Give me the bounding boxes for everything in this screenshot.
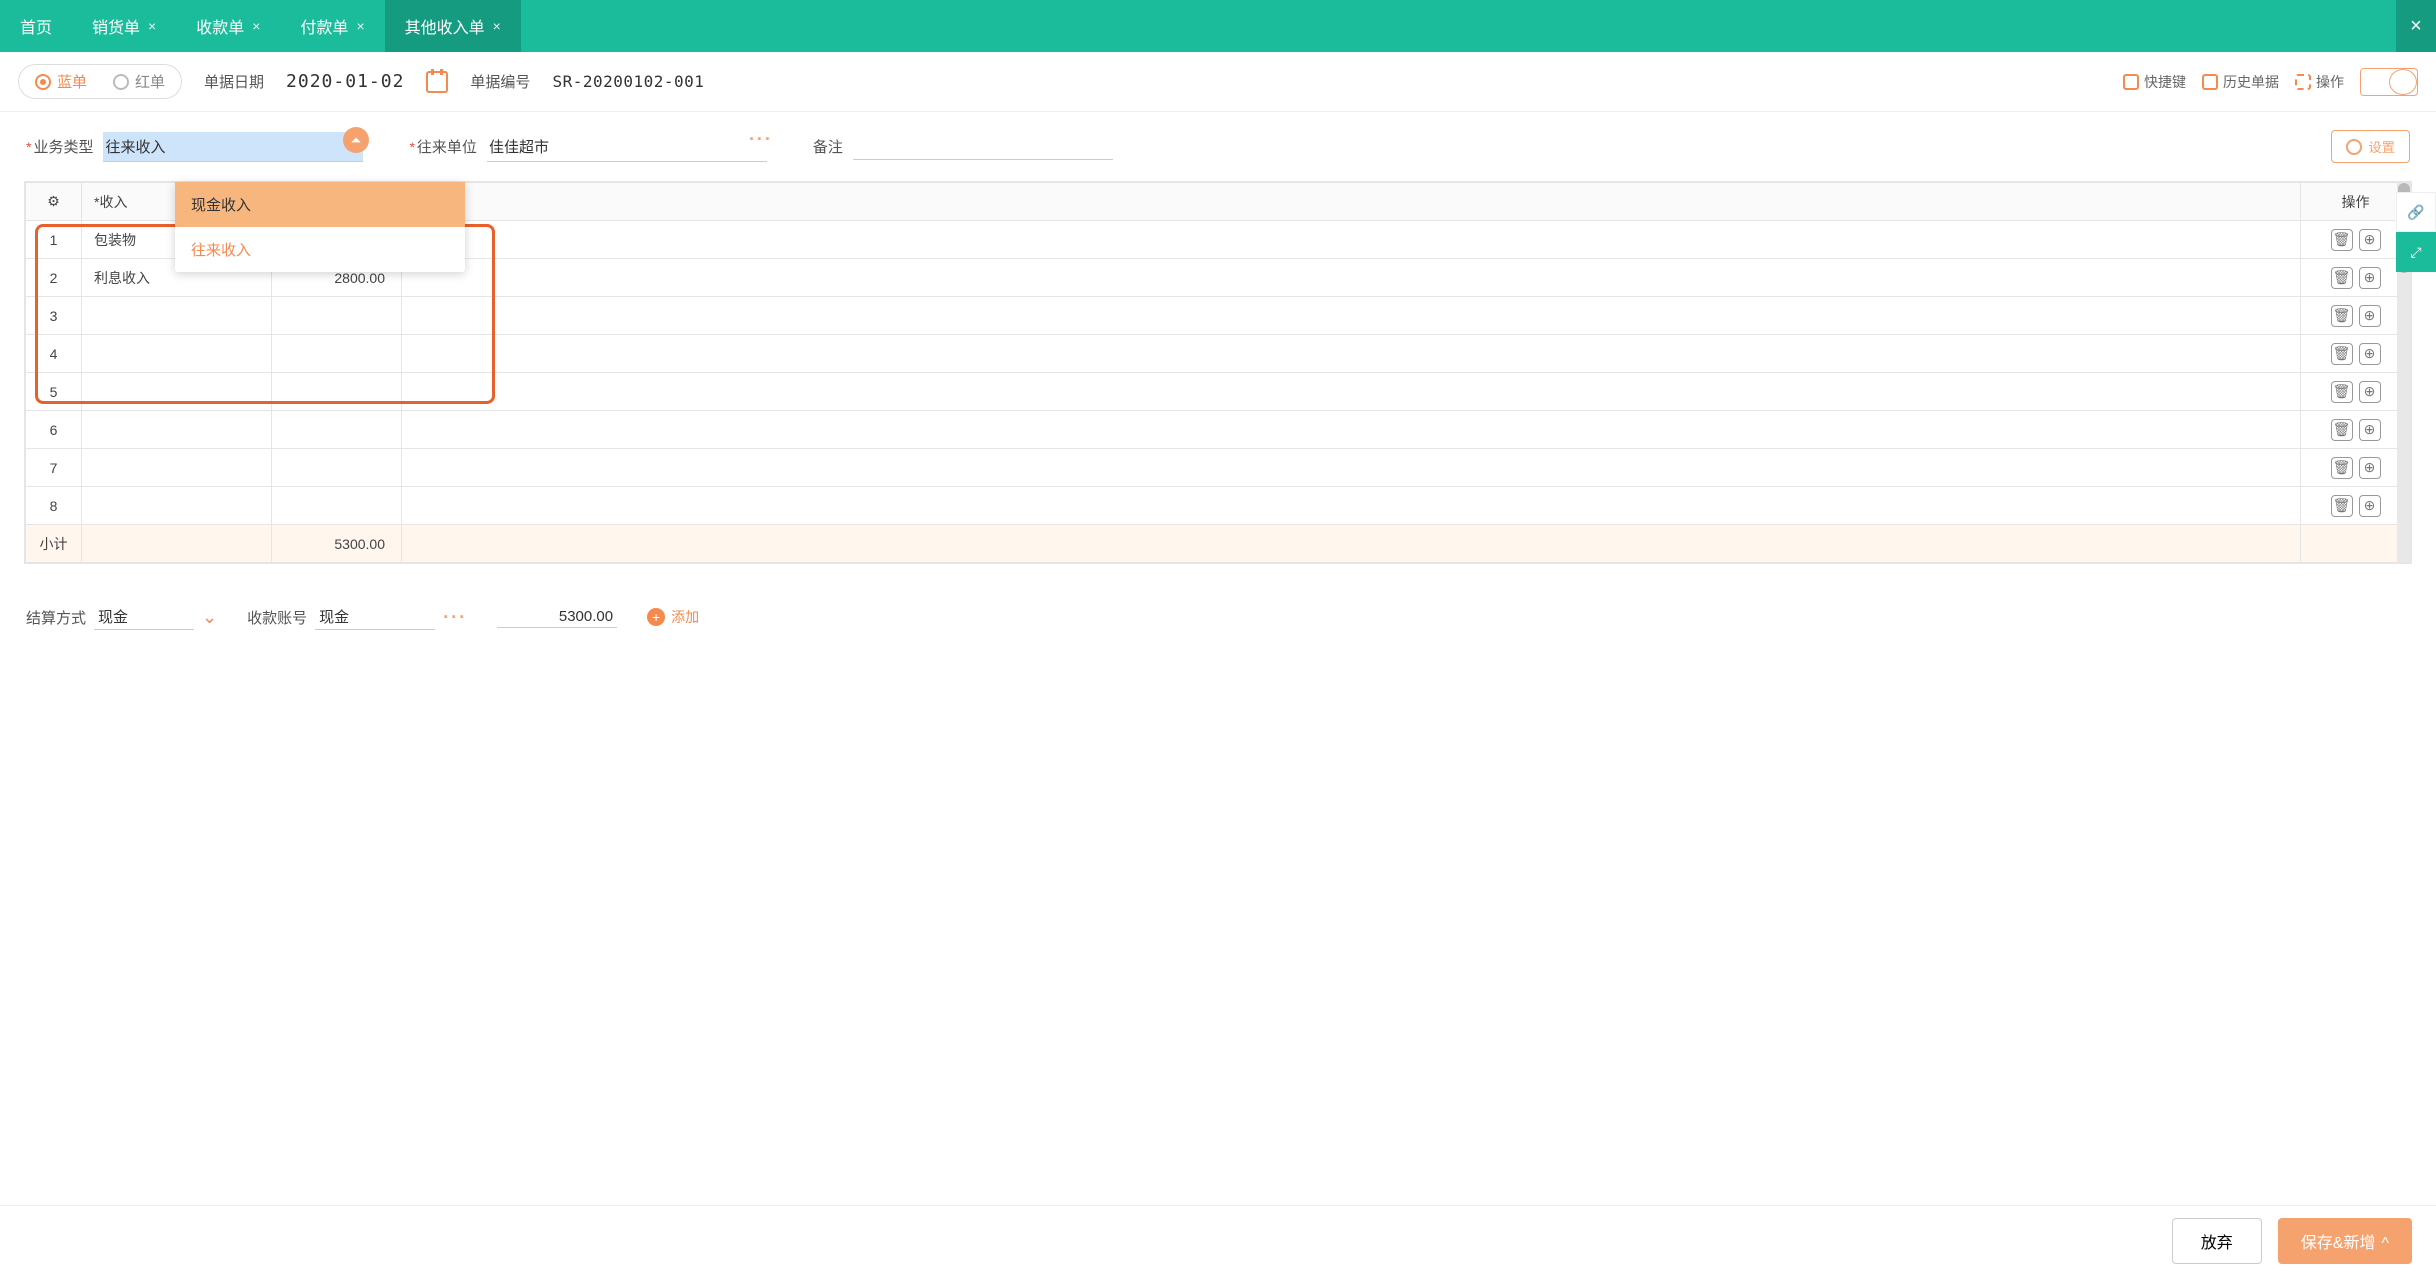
table-row[interactable]: 4 🗑⊕ — [26, 335, 2411, 373]
right-rail: 🔗 ⤢ — [2396, 192, 2436, 272]
keyboard-icon — [2123, 74, 2139, 90]
ellipsis-icon[interactable]: ··· — [443, 607, 467, 628]
doc-no-label: 单据编号 — [470, 71, 530, 92]
tab-other-income[interactable]: 其他收入单× — [385, 0, 521, 52]
footer: 放弃 保存&新增^ — [0, 1205, 2436, 1276]
tab-home[interactable]: 首页 — [0, 0, 72, 52]
close-icon[interactable]: × — [148, 18, 156, 34]
remark-label: 备注 — [813, 136, 843, 157]
plus-icon: + — [647, 608, 665, 626]
delete-icon[interactable]: 🗑 — [2331, 305, 2353, 327]
ellipsis-icon[interactable]: ··· — [749, 129, 773, 150]
method-label: 结算方式 — [26, 607, 86, 628]
blue-option[interactable]: 蓝单 — [25, 69, 97, 94]
history-button[interactable]: 历史单据 — [2202, 72, 2279, 92]
view-toggle[interactable] — [2360, 68, 2418, 96]
tab-sales[interactable]: 销货单× — [72, 0, 176, 52]
table-row[interactable]: 5 🗑⊕ — [26, 373, 2411, 411]
chevron-up-icon[interactable]: ^ — [2381, 1235, 2389, 1252]
biz-type-dropdown: 现金收入 往来收入 — [175, 182, 465, 272]
account-label: 收款账号 — [247, 607, 307, 628]
col-ops: 操作 — [2301, 183, 2411, 221]
tabs-bar: 首页 销货单× 收款单× 付款单× 其他收入单× × — [0, 0, 2436, 52]
subtotal-amount: 5300.00 — [272, 525, 402, 563]
link-icon[interactable]: 🔗 — [2396, 192, 2436, 232]
party-select[interactable]: 佳佳超市 — [487, 132, 767, 162]
payment-row: 结算方式 现金 ⌄ 收款账号 现金 ··· 5300.00 +添加 — [0, 564, 2436, 650]
red-option[interactable]: 红单 — [103, 69, 175, 94]
method-select[interactable]: 现金 — [94, 604, 194, 630]
expand-icon[interactable]: ⤢ — [2396, 232, 2436, 272]
chevron-up-icon[interactable] — [343, 127, 369, 153]
dropdown-option-cash[interactable]: 现金收入 — [175, 182, 465, 227]
add-row-icon[interactable]: ⊕ — [2359, 419, 2381, 441]
add-row-icon[interactable]: ⊕ — [2359, 229, 2381, 251]
toolbar: 蓝单 红单 单据日期 2020-01-02 单据编号 SR-20200102-0… — [0, 52, 2436, 112]
delete-icon[interactable]: 🗑 — [2331, 495, 2353, 517]
delete-icon[interactable]: 🗑 — [2331, 229, 2353, 251]
account-select[interactable]: 现金 — [315, 604, 435, 630]
calendar-icon[interactable] — [426, 71, 448, 93]
add-payment-button[interactable]: +添加 — [647, 607, 699, 627]
radio-icon — [113, 74, 129, 90]
discard-button[interactable]: 放弃 — [2172, 1218, 2262, 1264]
date-label: 单据日期 — [204, 71, 264, 92]
biz-type-select[interactable]: 往来收入 — [103, 132, 363, 162]
subtotal-label: 小计 — [26, 525, 82, 563]
close-icon[interactable]: × — [493, 18, 501, 34]
shortcut-button[interactable]: 快捷键 — [2123, 72, 2186, 92]
biz-type-field: *业务类型 往来收入 — [26, 132, 369, 162]
table-row[interactable]: 3 🗑⊕ — [26, 297, 2411, 335]
chevron-down-icon[interactable]: ⌄ — [202, 607, 217, 628]
delete-icon[interactable]: 🗑 — [2331, 343, 2353, 365]
delete-icon[interactable]: 🗑 — [2331, 267, 2353, 289]
view-list-icon[interactable] — [2361, 69, 2389, 95]
dropdown-option-credit[interactable]: 往来收入 — [175, 227, 465, 272]
delete-icon[interactable]: 🗑 — [2331, 457, 2353, 479]
doc-color-segment: 蓝单 红单 — [18, 64, 182, 99]
history-icon — [2202, 74, 2218, 90]
add-row-icon[interactable]: ⊕ — [2359, 457, 2381, 479]
remark-input[interactable] — [853, 134, 1113, 160]
tabs-close-all-icon[interactable]: × — [2396, 0, 2436, 52]
party-field: *往来单位 佳佳超市 ··· — [409, 132, 772, 162]
table-row[interactable]: 7 🗑⊕ — [26, 449, 2411, 487]
add-row-icon[interactable]: ⊕ — [2359, 495, 2381, 517]
party-label: 往来单位 — [417, 139, 477, 156]
close-icon[interactable]: × — [356, 18, 364, 34]
radio-icon — [35, 74, 51, 90]
ops-button[interactable]: 操作 — [2295, 72, 2344, 92]
gear-icon — [2346, 139, 2362, 155]
view-grid-icon[interactable] — [2389, 69, 2417, 95]
add-row-icon[interactable]: ⊕ — [2359, 305, 2381, 327]
settings-button[interactable]: 设置 — [2331, 130, 2410, 163]
close-icon[interactable]: × — [252, 18, 260, 34]
tab-receipt[interactable]: 收款单× — [176, 0, 280, 52]
remark-field: 备注 — [813, 134, 1113, 160]
delete-icon[interactable]: 🗑 — [2331, 419, 2353, 441]
date-value[interactable]: 2020-01-02 — [286, 71, 404, 92]
delete-icon[interactable]: 🗑 — [2331, 381, 2353, 403]
col-remark: 注 — [402, 183, 2301, 221]
table-settings-header[interactable]: ⚙ — [26, 183, 82, 221]
doc-no-value: SR-20200102-001 — [552, 72, 704, 91]
table-row[interactable]: 8 🗑⊕ — [26, 487, 2411, 525]
form-row: *业务类型 往来收入 *往来单位 佳佳超市 ··· 备注 设置 现金收入 往来收… — [0, 112, 2436, 171]
tab-payment[interactable]: 付款单× — [280, 0, 384, 52]
grid-icon — [2295, 74, 2311, 90]
add-row-icon[interactable]: ⊕ — [2359, 343, 2381, 365]
add-row-icon[interactable]: ⊕ — [2359, 381, 2381, 403]
add-row-icon[interactable]: ⊕ — [2359, 267, 2381, 289]
table-row[interactable]: 6 🗑⊕ — [26, 411, 2411, 449]
biz-type-label: 业务类型 — [33, 139, 93, 156]
payment-amount[interactable]: 5300.00 — [497, 606, 617, 628]
save-button[interactable]: 保存&新增^ — [2278, 1218, 2412, 1264]
